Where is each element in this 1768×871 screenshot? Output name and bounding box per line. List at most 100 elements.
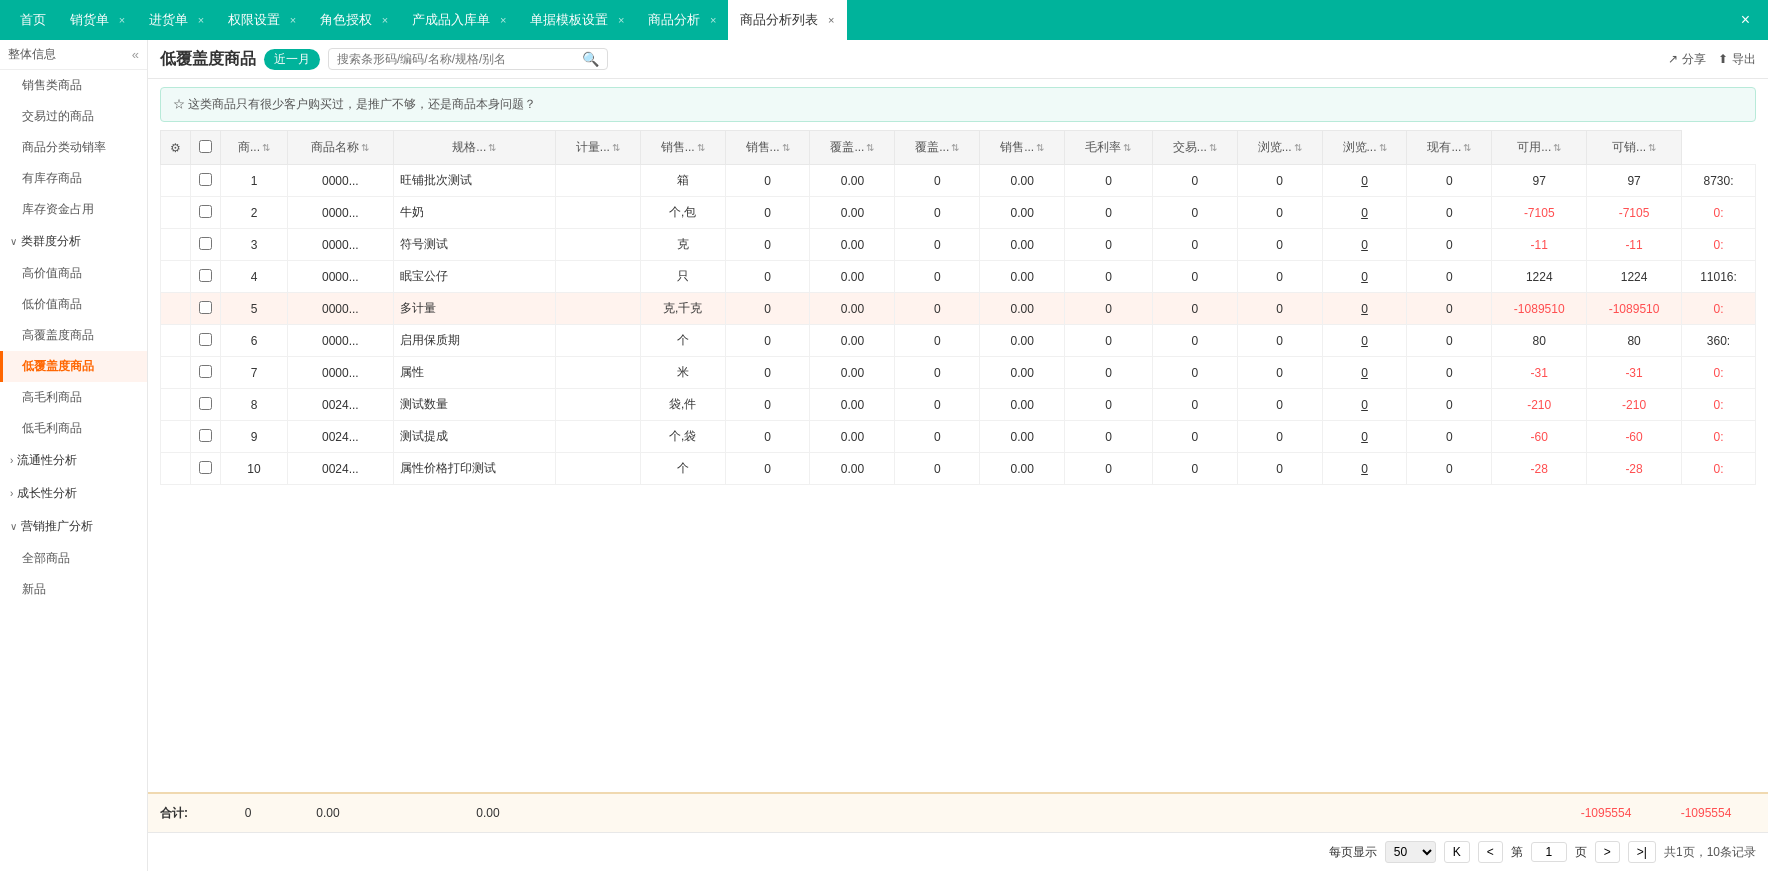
close-icon[interactable]: × [618,14,624,26]
col-sales-count[interactable]: 销售...⇅ [980,131,1065,165]
close-icon[interactable]: × [290,14,296,26]
row-checkbox[interactable] [199,173,212,186]
sidebar-item-new-goods[interactable]: 新品 [0,574,147,605]
row-checkbox[interactable] [199,301,212,314]
nav-goods-analysis[interactable]: 商品分析 × [636,0,728,40]
close-icon[interactable]: × [382,14,388,26]
cell-browse1[interactable]: 0 [1322,229,1407,261]
cell-checkbox[interactable] [191,261,221,293]
cell-coverage1: 0 [895,421,980,453]
close-icon[interactable]: × [119,14,125,26]
search-input[interactable] [337,52,582,66]
col-saleable[interactable]: 可销...⇅ [1587,131,1682,165]
search-icon[interactable]: 🔍 [582,51,599,67]
cell-browse1[interactable]: 0 [1322,293,1407,325]
sidebar-item-high-margin[interactable]: 高毛利商品 [0,382,147,413]
window-close-button[interactable]: × [1731,11,1760,29]
close-icon[interactable]: × [828,14,834,26]
footer-total-label: 合计: [160,805,188,822]
nav-goods-analysis-list[interactable]: 商品分析列表 × [728,0,846,40]
sidebar-item-low-value[interactable]: 低价值商品 [0,289,147,320]
close-icon[interactable]: × [198,14,204,26]
cell-checkbox[interactable] [191,293,221,325]
row-checkbox[interactable] [199,365,212,378]
sidebar-item-all-goods[interactable]: 全部商品 [0,543,147,574]
sidebar-collapse-btn[interactable]: « [132,47,139,62]
nav-home[interactable]: 首页 [8,0,58,40]
cell-checkbox[interactable] [191,421,221,453]
sidebar-item-low-margin[interactable]: 低毛利商品 [0,413,147,444]
time-filter-btn[interactable]: 近一月 [264,49,320,70]
sidebar-item-high-value[interactable]: 高价值商品 [0,258,147,289]
per-page-select[interactable]: 50 20 100 [1385,841,1436,863]
nav-sales[interactable]: 销货单 × [58,0,137,40]
close-icon[interactable]: × [710,14,716,26]
cell-browse1[interactable]: 0 [1322,165,1407,197]
sidebar-item-high-coverage[interactable]: 高覆盖度商品 [0,320,147,351]
col-gross-rate[interactable]: 毛利率⇅ [1065,131,1153,165]
share-button[interactable]: ↗ 分享 [1668,51,1706,68]
cell-checkbox[interactable] [191,453,221,485]
row-checkbox[interactable] [199,269,212,282]
sidebar-section-header-4[interactable]: ∨ 营销推广分析 [0,510,147,543]
col-browse1[interactable]: 浏览...⇅ [1237,131,1322,165]
cell-checkbox[interactable] [191,389,221,421]
sidebar-item-sales-goods[interactable]: 销售类商品 [0,70,147,101]
row-checkbox[interactable] [199,429,212,442]
col-coverage2[interactable]: 覆盖...⇅ [895,131,980,165]
row-checkbox[interactable] [199,397,212,410]
next-page-btn[interactable]: > [1595,841,1620,863]
cell-checkbox[interactable] [191,325,221,357]
col-name[interactable]: 商品名称⇅ [288,131,394,165]
first-page-btn[interactable]: K [1444,841,1470,863]
sidebar-item-low-coverage[interactable]: 低覆盖度商品 [0,351,147,382]
sidebar-section-header-2[interactable]: › 流通性分析 [0,444,147,477]
nav-role[interactable]: 角色授权 × [308,0,400,40]
sidebar-section-header-1[interactable]: ∨ 类群度分析 [0,225,147,258]
nav-purchase[interactable]: 进货单 × [137,0,216,40]
col-coverage1[interactable]: 覆盖...⇅ [810,131,895,165]
row-checkbox[interactable] [199,333,212,346]
cell-checkbox[interactable] [191,229,221,261]
select-all-checkbox[interactable] [199,140,212,153]
row-checkbox[interactable] [199,237,212,250]
cell-checkbox[interactable] [191,197,221,229]
nav-permission[interactable]: 权限设置 × [216,0,308,40]
col-stock[interactable]: 现有...⇅ [1407,131,1492,165]
close-icon[interactable]: × [500,14,506,26]
col-spec[interactable]: 规格...⇅ [393,131,555,165]
cell-browse1[interactable]: 0 [1322,261,1407,293]
sidebar-item-stock-capital[interactable]: 库存资金占用 [0,194,147,225]
checkbox-col-header[interactable] [191,131,221,165]
col-unit[interactable]: 计量...⇅ [555,131,640,165]
settings-col-header[interactable]: ⚙ [161,131,191,165]
row-checkbox[interactable] [199,205,212,218]
prev-page-btn[interactable]: < [1478,841,1503,863]
cell-browse1[interactable]: 0 [1322,197,1407,229]
col-sales-amt[interactable]: 销售...⇅ [725,131,810,165]
col-trade[interactable]: 交易...⇅ [1152,131,1237,165]
cell-browse1[interactable]: 0 [1322,389,1407,421]
sidebar-item-category-rate[interactable]: 商品分类动销率 [0,132,147,163]
sidebar-item-traded-goods[interactable]: 交易过的商品 [0,101,147,132]
table-row: 8 0024... 测试数量 袋,件 0 0.00 0 0.00 0 0 0 0… [161,389,1756,421]
nav-production[interactable]: 产成品入库单 × [400,0,518,40]
cell-browse1[interactable]: 0 [1322,421,1407,453]
cell-checkbox[interactable] [191,165,221,197]
cell-browse1[interactable]: 0 [1322,453,1407,485]
cell-browse1[interactable]: 0 [1322,325,1407,357]
row-checkbox[interactable] [199,461,212,474]
sidebar-item-stocked-goods[interactable]: 有库存商品 [0,163,147,194]
nav-template[interactable]: 单据模板设置 × [518,0,636,40]
page-input[interactable] [1531,842,1567,862]
sidebar-section-整体信息[interactable]: 整体信息 [8,46,56,63]
sidebar-section-header-3[interactable]: › 成长性分析 [0,477,147,510]
export-button[interactable]: ⬆ 导出 [1718,51,1756,68]
col-available[interactable]: 可用...⇅ [1492,131,1587,165]
last-page-btn[interactable]: >| [1628,841,1656,863]
cell-browse1[interactable]: 0 [1322,357,1407,389]
cell-checkbox[interactable] [191,357,221,389]
col-browse2[interactable]: 浏览...⇅ [1322,131,1407,165]
col-sales-qty[interactable]: 销售...⇅ [640,131,725,165]
col-code[interactable]: 商...⇅ [221,131,288,165]
